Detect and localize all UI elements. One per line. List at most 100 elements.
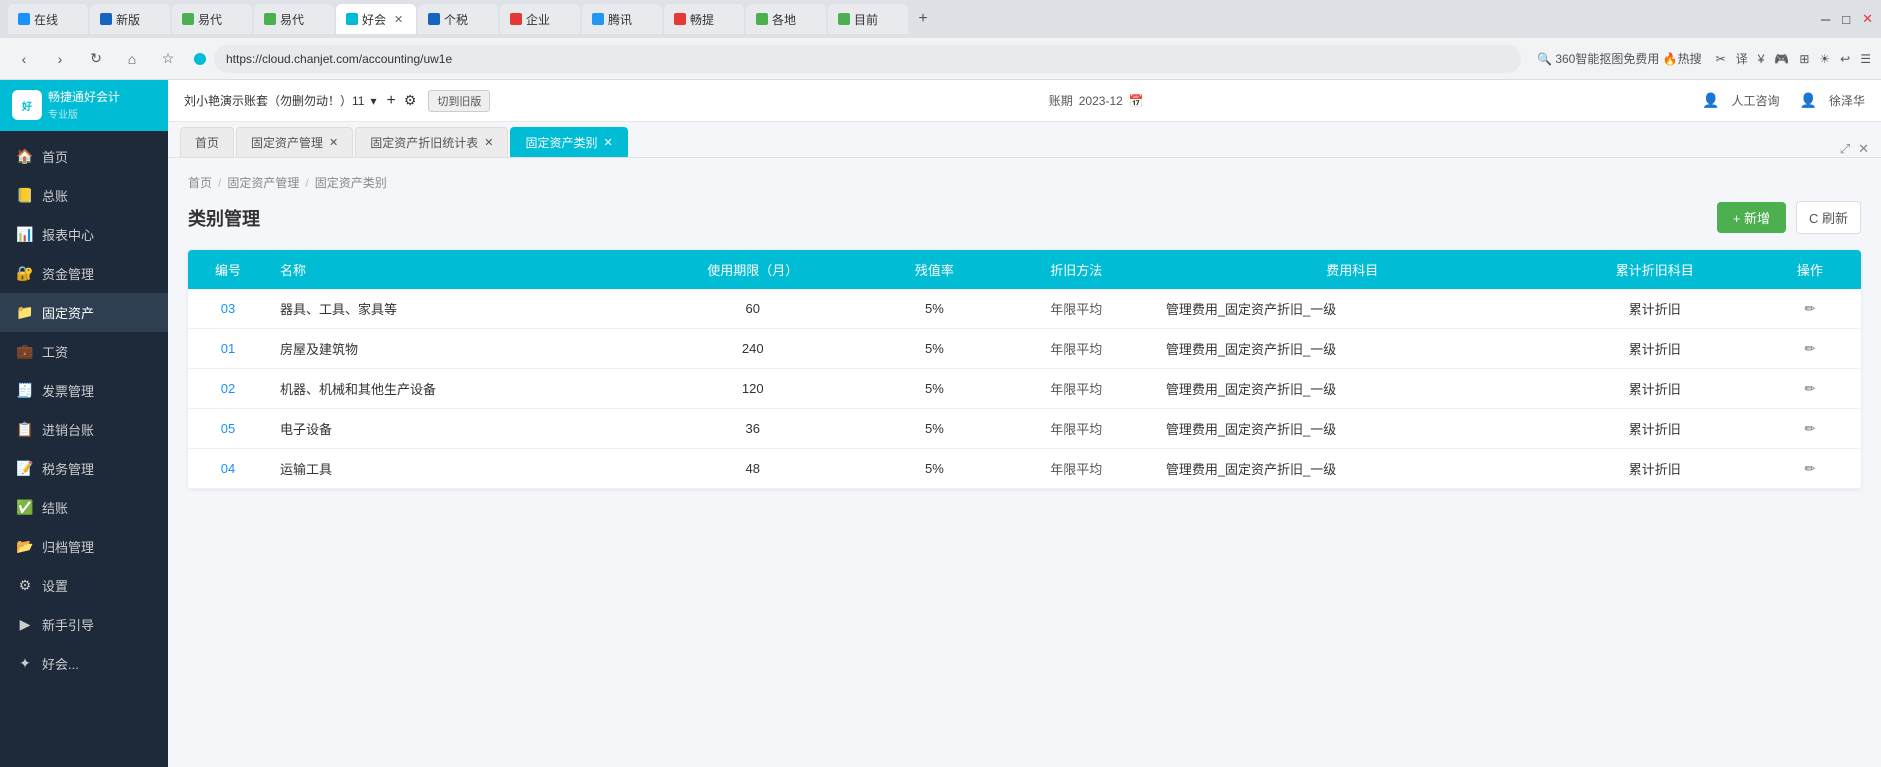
new-tab-button[interactable]: + [910,6,936,32]
page-tab-depreciation-close[interactable]: ✕ [484,136,493,149]
address-input[interactable] [214,45,1521,73]
switch-version-button[interactable]: 切到旧版 [428,90,490,112]
tab-favicon-9 [674,13,686,25]
invoice-icon: 🧾 [16,382,34,399]
sidebar-item-stock[interactable]: 📋 进销台账 [0,410,168,449]
content-area: 首页 / 固定资产管理 / 固定资产类别 类别管理 + 新增 C 刷新 编号 [168,158,1881,767]
col-method: 折旧方法 [999,250,1154,289]
main-area: 刘小艳演示账套（勿删勿动！）11 ▾ + ⚙ 切到旧版 账期 2023-12 📅… [168,80,1881,767]
grid-icon[interactable]: ⊞ [1799,52,1809,66]
row4-residual: 5% [870,409,999,449]
reload-button[interactable]: ↻ [82,45,110,73]
sidebar-item-payroll[interactable]: 💼 工资 [0,332,168,371]
row5-name: 运输工具 [268,449,635,489]
browser-tab-10[interactable]: 各地 [746,4,826,34]
row3-action[interactable]: ✏ [1759,369,1861,409]
back-button[interactable]: ‹ [10,45,38,73]
browser-tab-11[interactable]: 目前 [828,4,908,34]
row1-action[interactable]: ✏ [1759,289,1861,329]
tab-favicon-1 [18,13,30,25]
breadcrumb-category: 固定资产类别 [315,174,387,191]
edit-icon-row3[interactable]: ✏ [1804,381,1815,396]
browser-tab-7[interactable]: 企业 [500,4,580,34]
breadcrumb-home[interactable]: 首页 [188,174,212,191]
sidebar-item-guide[interactable]: ▶ 新手引导 [0,605,168,644]
page-tab-depreciation[interactable]: 固定资产折旧统计表 ✕ [355,127,508,157]
sidebar-label-fixed: 固定资产 [42,303,94,322]
page-tab-asset-mgmt-close[interactable]: ✕ [329,136,338,149]
sidebar-item-ledger[interactable]: 📒 总账 [0,176,168,215]
cut-icon[interactable]: ✂ [1716,52,1726,66]
edit-icon-row1[interactable]: ✏ [1804,301,1815,316]
funds-icon: 🔐 [16,265,34,282]
row2-residual: 5% [870,329,999,369]
forward-button[interactable]: › [46,45,74,73]
bookmark-button[interactable]: ☆ [154,45,182,73]
browser-tab-3[interactable]: 易代 [172,4,252,34]
brightness-icon[interactable]: ☀ [1819,52,1830,66]
history-icon[interactable]: ↩ [1840,52,1850,66]
table-header: 编号 名称 使用期限（月） 残值率 折旧方法 费用科目 累计折旧科目 操作 [188,250,1861,289]
page-tab-category-close[interactable]: ✕ [604,136,613,149]
translate-icon[interactable]: 译 [1736,50,1748,67]
row4-method: 年限平均 [999,409,1154,449]
dropdown-icon[interactable]: ▾ [370,94,376,108]
edit-icon-row4[interactable]: ✏ [1804,421,1815,436]
sidebar-item-checkout[interactable]: ✅ 结账 [0,488,168,527]
row2-action[interactable]: ✏ [1759,329,1861,369]
app-shell: 好 畅捷通好会计 专业版 🏠 首页 📒 总账 📊 报表中心 🔐 资金管 [0,80,1881,767]
calendar-icon[interactable]: 📅 [1129,94,1144,108]
sidebar-item-tax[interactable]: 📝 税务管理 [0,449,168,488]
sidebar-item-more[interactable]: ✦ 好会... [0,644,168,683]
home-button[interactable]: ⌂ [118,45,146,73]
sidebar-item-home[interactable]: 🏠 首页 [0,137,168,176]
browser-tab-9[interactable]: 畅提 [664,4,744,34]
row4-code: 05 [188,409,268,449]
sidebar-item-funds[interactable]: 🔐 资金管理 [0,254,168,293]
add-account-icon[interactable]: + [387,92,396,110]
period-value: 2023-12 [1079,94,1123,108]
browser-tab-4[interactable]: 易代 [254,4,334,34]
sidebar-item-settings[interactable]: ⚙ 设置 [0,566,168,605]
logo-text-area: 畅捷通好会计 专业版 [48,90,120,121]
edit-icon-row5[interactable]: ✏ [1804,461,1815,476]
sidebar-item-fixed[interactable]: 📁 固定资产 [0,293,168,332]
browser-tab-1[interactable]: 在线 [8,4,88,34]
refresh-button[interactable]: C 刷新 [1796,201,1861,234]
browser-tab-bar: 在线 新版 易代 易代 好会 ✕ 个税 企业 腾讯 畅提 各地 目前 + [0,0,1881,38]
browser-tab-2[interactable]: 新版 [90,4,170,34]
game-icon[interactable]: 🎮 [1774,52,1789,66]
page-tab-asset-mgmt-label: 固定资产管理 [251,134,323,151]
window-maximize-btn[interactable]: □ [1842,12,1850,27]
page-tab-category[interactable]: 固定资产类别 ✕ [510,127,627,157]
maximize-tab-icon[interactable]: ⤢ [1840,141,1850,157]
add-category-button[interactable]: + 新增 [1717,202,1786,233]
page-tab-asset-mgmt[interactable]: 固定资产管理 ✕ [236,127,353,157]
sidebar-item-reports[interactable]: 📊 报表中心 [0,215,168,254]
window-close-btn[interactable]: ✕ [1862,11,1873,27]
sidebar-label-more: 好会... [42,654,79,673]
page-tab-home[interactable]: 首页 [180,127,234,157]
edit-icon-row2[interactable]: ✏ [1804,341,1815,356]
browser-tab-8[interactable]: 腾讯 [582,4,662,34]
browser-tab-6[interactable]: 个税 [418,4,498,34]
browser-tab-5[interactable]: 好会 ✕ [336,4,416,34]
tab-label-3: 易代 [198,11,222,28]
settings-account-icon[interactable]: ⚙ [404,92,417,109]
menu-icon[interactable]: ☰ [1860,52,1871,66]
row4-action[interactable]: ✏ [1759,409,1861,449]
close-tab-window-icon[interactable]: ✕ [1858,141,1869,157]
logo-icon: 好 [12,90,42,120]
browser-tab-5-close[interactable]: ✕ [394,13,403,26]
row4-months: 36 [635,409,870,449]
tab-label-5: 好会 [362,11,386,28]
coin-icon[interactable]: ¥ [1758,52,1765,66]
window-minimize-btn[interactable]: ─ [1821,12,1830,27]
row5-action[interactable]: ✏ [1759,449,1861,489]
address-bar-row: ‹ › ↻ ⌂ ☆ 🔍 360智能抠图免费用 🔥热搜 ✂ 译 ¥ 🎮 ⊞ ☀ ↩… [0,38,1881,80]
sidebar-item-archive[interactable]: 📂 归档管理 [0,527,168,566]
more-icon: ✦ [16,655,34,672]
logo-text: 畅捷通好会计 [48,90,120,106]
sidebar-item-invoice[interactable]: 🧾 发票管理 [0,371,168,410]
consultant-label[interactable]: 人工咨询 [1732,92,1780,109]
